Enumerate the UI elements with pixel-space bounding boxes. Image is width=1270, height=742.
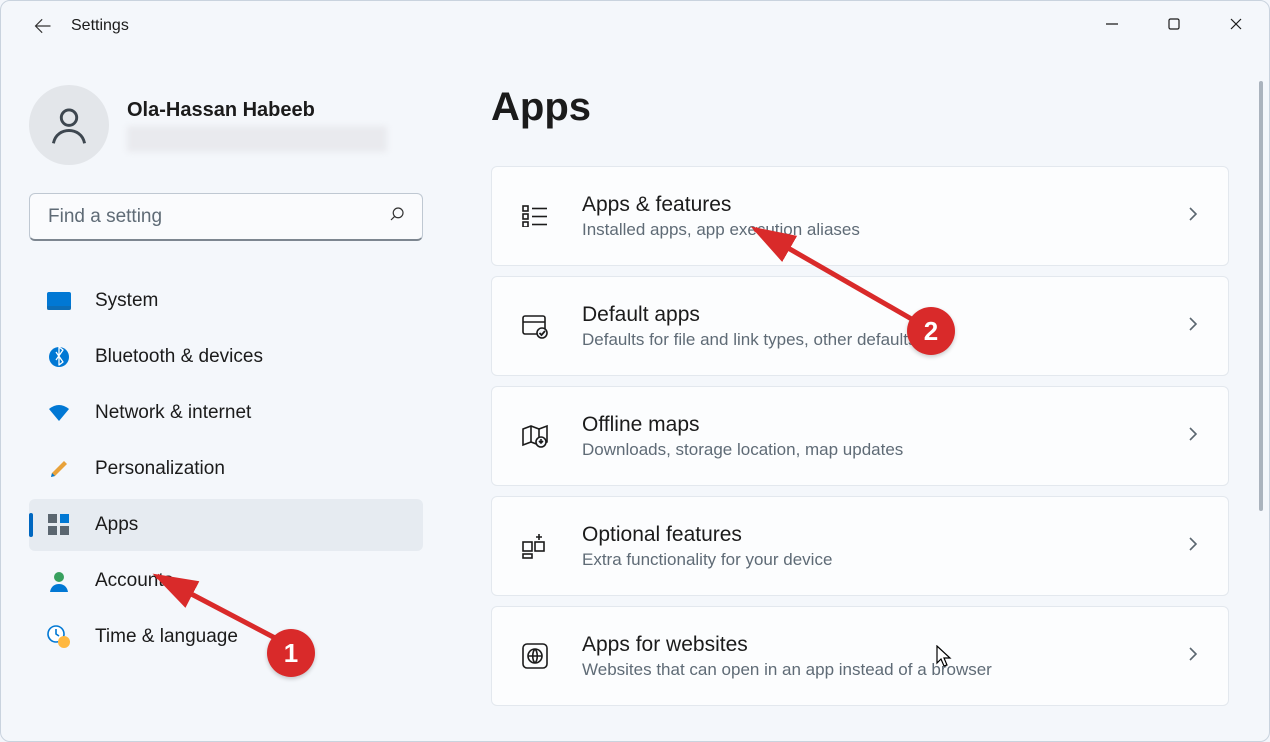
card-optional-features[interactable]: Optional features Extra functionality fo… bbox=[491, 496, 1229, 596]
nav-label: Accounts bbox=[95, 570, 173, 592]
list-icon bbox=[520, 201, 550, 231]
nav-label: Personalization bbox=[95, 458, 225, 480]
apps-websites-icon bbox=[520, 641, 550, 671]
close-icon bbox=[1229, 17, 1243, 31]
optional-features-icon bbox=[520, 531, 550, 561]
settings-window: Settings Ola-Hassan Habeeb bbox=[0, 0, 1270, 742]
card-text: Apps & features Installed apps, app exec… bbox=[582, 192, 1188, 239]
card-title: Offline maps bbox=[582, 412, 1188, 437]
avatar bbox=[29, 85, 109, 165]
window-title: Settings bbox=[71, 17, 129, 35]
body: Ola-Hassan Habeeb System bbox=[1, 51, 1269, 741]
search-box[interactable] bbox=[29, 193, 423, 241]
back-button[interactable] bbox=[23, 6, 63, 46]
card-apps-features[interactable]: Apps & features Installed apps, app exec… bbox=[491, 166, 1229, 266]
nav-item-system[interactable]: System bbox=[29, 275, 423, 327]
chevron-right-icon bbox=[1188, 646, 1198, 667]
nav-label: Apps bbox=[95, 514, 138, 536]
minimize-button[interactable] bbox=[1081, 3, 1143, 45]
main-content: Apps Apps & features Installed apps, app… bbox=[441, 51, 1269, 741]
card-text: Default apps Defaults for file and link … bbox=[582, 302, 1188, 349]
nav-item-personalization[interactable]: Personalization bbox=[29, 443, 423, 495]
card-subtitle: Installed apps, app execution aliases bbox=[582, 220, 1188, 240]
card-default-apps[interactable]: Default apps Defaults for file and link … bbox=[491, 276, 1229, 376]
nav: System Bluetooth & devices Network & int… bbox=[29, 275, 423, 663]
bluetooth-icon bbox=[47, 345, 71, 369]
card-title: Apps & features bbox=[582, 192, 1188, 217]
card-text: Offline maps Downloads, storage location… bbox=[582, 412, 1188, 459]
card-apps-for-websites[interactable]: Apps for websites Websites that can open… bbox=[491, 606, 1229, 706]
default-apps-icon bbox=[520, 311, 550, 341]
maximize-icon bbox=[1167, 17, 1181, 31]
card-offline-maps[interactable]: Offline maps Downloads, storage location… bbox=[491, 386, 1229, 486]
paintbrush-icon bbox=[47, 457, 71, 481]
nav-label: Network & internet bbox=[95, 402, 251, 424]
sidebar: Ola-Hassan Habeeb System bbox=[1, 51, 441, 741]
back-arrow-icon bbox=[33, 16, 53, 36]
card-subtitle: Extra functionality for your device bbox=[582, 550, 1188, 570]
clock-globe-icon bbox=[47, 625, 71, 649]
nav-item-accounts[interactable]: Accounts bbox=[29, 555, 423, 607]
page-title: Apps bbox=[491, 85, 1229, 130]
titlebar: Settings bbox=[1, 1, 1269, 51]
card-subtitle: Websites that can open in an app instead… bbox=[582, 660, 1188, 680]
nav-label: Bluetooth & devices bbox=[95, 346, 263, 368]
close-button[interactable] bbox=[1205, 3, 1267, 45]
card-title: Apps for websites bbox=[582, 632, 1188, 657]
profile-text: Ola-Hassan Habeeb bbox=[127, 99, 423, 152]
profile-email-redacted bbox=[127, 126, 387, 152]
minimize-icon bbox=[1105, 17, 1119, 31]
nav-item-apps[interactable]: Apps bbox=[29, 499, 423, 551]
nav-label: Time & language bbox=[95, 626, 238, 648]
card-subtitle: Defaults for file and link types, other … bbox=[582, 330, 1188, 350]
accounts-icon bbox=[47, 569, 71, 593]
nav-label: System bbox=[95, 290, 158, 312]
search-icon bbox=[388, 205, 406, 228]
window-controls bbox=[1081, 3, 1267, 45]
chevron-right-icon bbox=[1188, 206, 1198, 227]
chevron-right-icon bbox=[1188, 536, 1198, 557]
nav-item-bluetooth[interactable]: Bluetooth & devices bbox=[29, 331, 423, 383]
person-icon bbox=[47, 103, 91, 147]
card-text: Optional features Extra functionality fo… bbox=[582, 522, 1188, 569]
card-title: Default apps bbox=[582, 302, 1188, 327]
system-icon bbox=[47, 289, 71, 313]
profile[interactable]: Ola-Hassan Habeeb bbox=[29, 85, 423, 165]
card-text: Apps for websites Websites that can open… bbox=[582, 632, 1188, 679]
nav-item-time-language[interactable]: Time & language bbox=[29, 611, 423, 663]
map-icon bbox=[520, 421, 550, 451]
nav-item-network[interactable]: Network & internet bbox=[29, 387, 423, 439]
chevron-right-icon bbox=[1188, 316, 1198, 337]
profile-name: Ola-Hassan Habeeb bbox=[127, 99, 423, 122]
scrollbar[interactable] bbox=[1259, 81, 1263, 511]
search-input[interactable] bbox=[46, 205, 388, 229]
apps-icon bbox=[47, 513, 71, 537]
chevron-right-icon bbox=[1188, 426, 1198, 447]
wifi-icon bbox=[47, 401, 71, 425]
card-title: Optional features bbox=[582, 522, 1188, 547]
maximize-button[interactable] bbox=[1143, 3, 1205, 45]
card-subtitle: Downloads, storage location, map updates bbox=[582, 440, 1188, 460]
